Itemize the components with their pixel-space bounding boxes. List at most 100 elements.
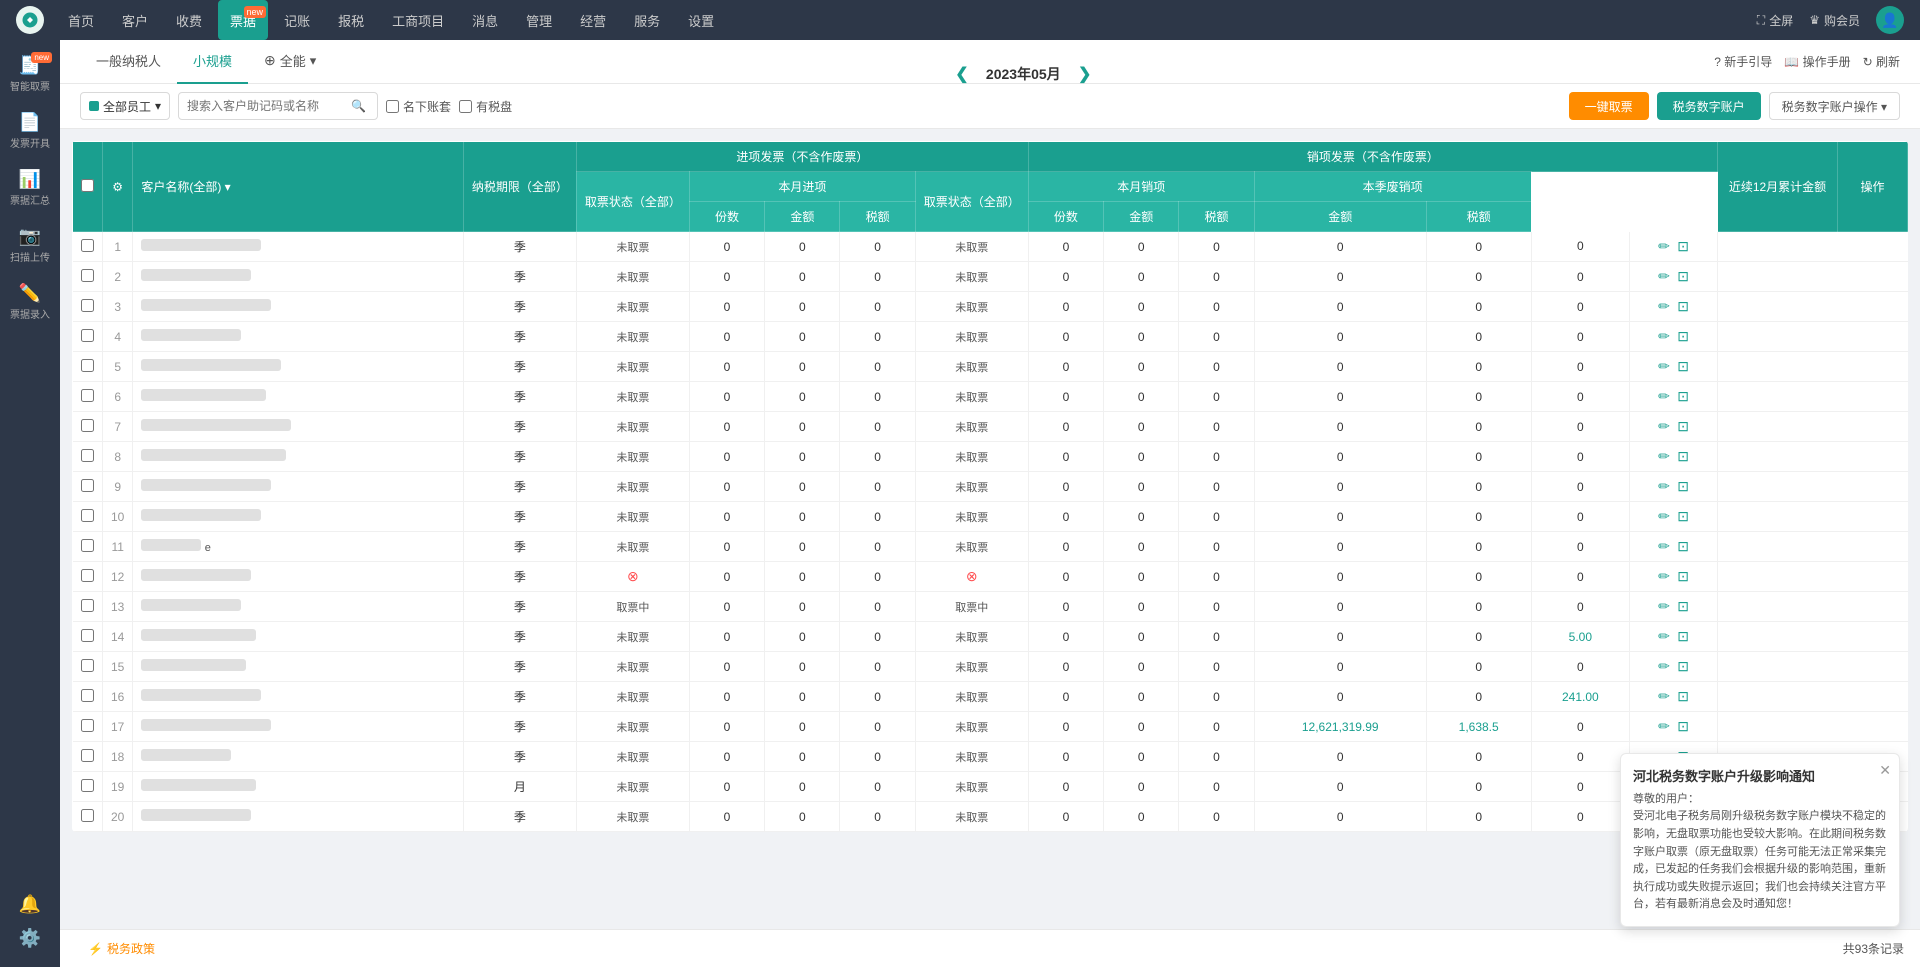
edit-icon[interactable]: ✏ (1658, 718, 1670, 734)
sidebar-item-config[interactable]: ⚙️ (4, 921, 56, 955)
new-guide-btn[interactable]: ? 新手引导 (1714, 53, 1772, 70)
refresh-btn[interactable]: ↻ 刷新 (1863, 53, 1900, 70)
row-checkbox[interactable] (81, 389, 94, 402)
search-input[interactable] (187, 99, 347, 113)
row-checkbox[interactable] (81, 299, 94, 312)
date-next-btn[interactable]: ❯ (1073, 62, 1097, 86)
edit-icon[interactable]: ✏ (1658, 478, 1670, 494)
date-prev-btn[interactable]: ❮ (950, 62, 974, 86)
sidebar-item-ticket-summary[interactable]: 📊 票据汇总 (4, 162, 56, 215)
membership-btn[interactable]: ♛ 购会员 (1809, 12, 1860, 29)
copy-icon[interactable]: ⊡ (1677, 628, 1689, 644)
copy-icon[interactable]: ⊡ (1677, 688, 1689, 704)
employee-select[interactable]: 全部员工 ▾ (80, 92, 170, 120)
one-key-fetch-btn[interactable]: 一键取票 (1569, 92, 1649, 120)
tab-all-ability[interactable]: ⊕全能 ▾ (248, 40, 332, 84)
copy-icon[interactable]: ⊡ (1677, 268, 1689, 284)
digital-account-btn[interactable]: 税务数字账户 (1657, 92, 1761, 120)
select-all-checkbox[interactable] (81, 179, 94, 192)
nav-business[interactable]: 工商项目 (380, 0, 456, 40)
edit-icon[interactable]: ✏ (1658, 568, 1670, 584)
copy-icon[interactable]: ⊡ (1677, 358, 1689, 374)
copy-icon[interactable]: ⊡ (1677, 658, 1689, 674)
edit-icon[interactable]: ✏ (1658, 388, 1670, 404)
nav-home[interactable]: 首页 (56, 0, 106, 40)
user-avatar[interactable]: 👤 (1876, 6, 1904, 34)
nav-settings[interactable]: 设置 (676, 0, 726, 40)
nav-ticket[interactable]: 票据 new (218, 0, 268, 40)
sidebar-item-smart-ticket[interactable]: 🧾 智能取票 new (4, 48, 56, 101)
row-checkbox[interactable] (81, 599, 94, 612)
edit-icon[interactable]: ✏ (1658, 418, 1670, 434)
row-checkbox[interactable] (81, 629, 94, 642)
edit-icon[interactable]: ✏ (1658, 628, 1670, 644)
row-checkbox[interactable] (81, 809, 94, 822)
edit-icon[interactable]: ✏ (1658, 268, 1670, 284)
nav-service[interactable]: 服务 (622, 0, 672, 40)
manual-btn[interactable]: 📖 操作手册 (1784, 53, 1850, 70)
row-checkbox[interactable] (81, 689, 94, 702)
sidebar-item-invoice-open[interactable]: 📄 发票开具 (4, 105, 56, 158)
copy-icon[interactable]: ⊡ (1677, 388, 1689, 404)
in-count-cell: 0 (689, 232, 764, 262)
nav-bookkeeping[interactable]: 记账 (272, 0, 322, 40)
checkbox-taxdisk[interactable]: 有税盘 (459, 98, 512, 115)
taxdisk-checkbox[interactable] (459, 100, 472, 113)
copy-icon[interactable]: ⊡ (1677, 568, 1689, 584)
search-icon[interactable]: 🔍 (351, 99, 366, 113)
nav-message[interactable]: 消息 (460, 0, 510, 40)
edit-icon[interactable]: ✏ (1658, 448, 1670, 464)
row-checkbox[interactable] (81, 779, 94, 792)
copy-icon[interactable]: ⊡ (1677, 718, 1689, 734)
copy-icon[interactable]: ⊡ (1677, 328, 1689, 344)
nav-client[interactable]: 客户 (110, 0, 160, 40)
edit-icon[interactable]: ✏ (1658, 598, 1670, 614)
sidebar-item-notification[interactable]: 🔔 (4, 887, 56, 921)
edit-icon[interactable]: ✏ (1658, 298, 1670, 314)
nav-tax[interactable]: 报税 (326, 0, 376, 40)
edit-icon[interactable]: ✏ (1658, 508, 1670, 524)
nav-operation[interactable]: 经营 (568, 0, 618, 40)
copy-icon[interactable]: ⊡ (1677, 238, 1689, 254)
copy-icon[interactable]: ⊡ (1677, 448, 1689, 464)
setting-icon[interactable]: ⚙ (112, 180, 123, 194)
checkbox-account[interactable]: 名下账套 (386, 98, 451, 115)
row-checkbox[interactable] (81, 749, 94, 762)
nav-manage[interactable]: 管理 (514, 0, 564, 40)
copy-icon[interactable]: ⊡ (1677, 418, 1689, 434)
account-checkbox[interactable] (386, 100, 399, 113)
sidebar-item-ticket-entry[interactable]: ✏️ 票据录入 (4, 276, 56, 329)
row-checkbox[interactable] (81, 269, 94, 282)
close-popup-btn[interactable]: ✕ (1879, 762, 1891, 779)
row-checkbox[interactable] (81, 479, 94, 492)
ticket-summary-icon: 📊 (19, 170, 41, 188)
copy-icon[interactable]: ⊡ (1677, 538, 1689, 554)
row-checkbox[interactable] (81, 419, 94, 432)
copy-icon[interactable]: ⊡ (1677, 298, 1689, 314)
copy-icon[interactable]: ⊡ (1677, 598, 1689, 614)
digital-account-op-btn[interactable]: 税务数字账户操作 ▾ (1769, 92, 1900, 120)
sidebar-item-scan-upload[interactable]: 📷 扫描上传 (4, 219, 56, 272)
row-checkbox[interactable] (81, 329, 94, 342)
row-checkbox[interactable] (81, 359, 94, 372)
edit-icon[interactable]: ✏ (1658, 358, 1670, 374)
copy-icon[interactable]: ⊡ (1677, 478, 1689, 494)
row-checkbox[interactable] (81, 719, 94, 732)
fullscreen-btn[interactable]: ⛶ 全屏 (1757, 12, 1793, 29)
edit-icon[interactable]: ✏ (1658, 538, 1670, 554)
edit-icon[interactable]: ✏ (1658, 328, 1670, 344)
edit-icon[interactable]: ✏ (1658, 658, 1670, 674)
row-checkbox[interactable] (81, 449, 94, 462)
row-checkbox[interactable] (81, 569, 94, 582)
row-checkbox[interactable] (81, 509, 94, 522)
edit-icon[interactable]: ✏ (1658, 238, 1670, 254)
tax-policy-link[interactable]: ⚡ 税务政策 (76, 936, 167, 961)
copy-icon[interactable]: ⊡ (1677, 508, 1689, 524)
row-checkbox[interactable] (81, 239, 94, 252)
row-checkbox[interactable] (81, 659, 94, 672)
edit-icon[interactable]: ✏ (1658, 688, 1670, 704)
tab-small-scale[interactable]: 小规模 (177, 40, 248, 84)
nav-fee[interactable]: 收费 (164, 0, 214, 40)
row-checkbox[interactable] (81, 539, 94, 552)
tab-general-taxpayer[interactable]: 一般纳税人 (80, 40, 177, 84)
